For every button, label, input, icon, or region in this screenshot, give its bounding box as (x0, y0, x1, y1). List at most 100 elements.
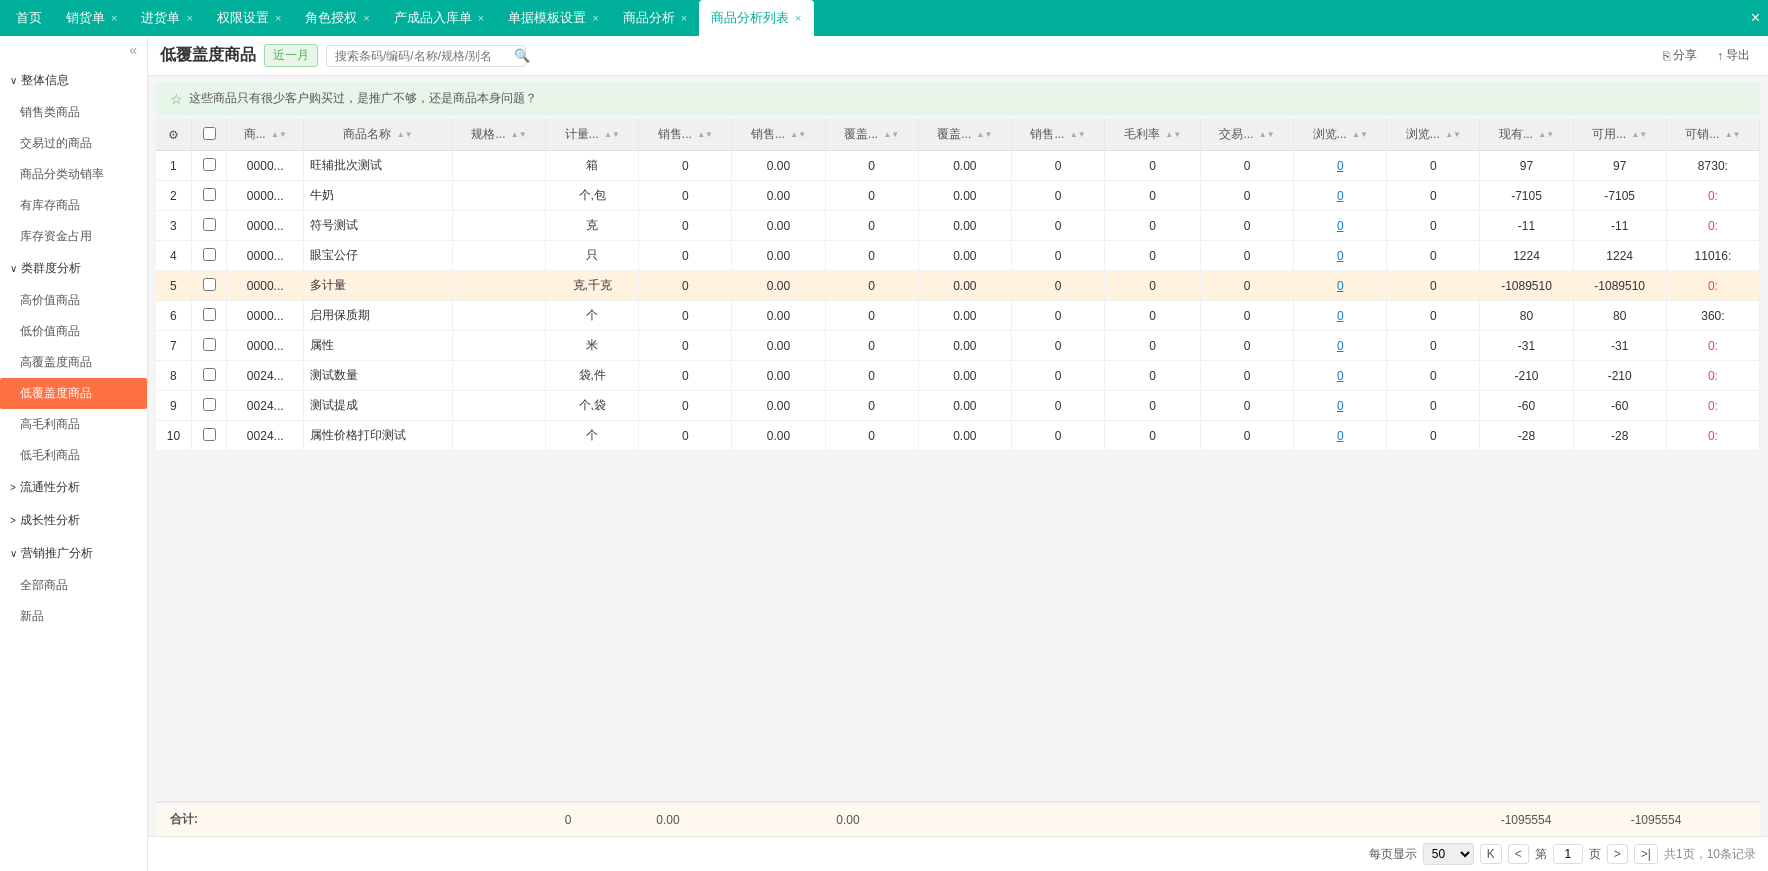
sort-icon[interactable]: ▲▼ (883, 130, 899, 139)
row-select-checkbox[interactable] (203, 428, 216, 441)
close-icon[interactable]: × (186, 0, 192, 36)
last-page-button[interactable]: >| (1634, 844, 1658, 864)
row-select-checkbox[interactable] (203, 218, 216, 231)
sort-icon[interactable]: ▲▼ (1538, 130, 1554, 139)
nav-tab-warehouse[interactable]: 产成品入库单 × (382, 0, 496, 36)
sort-icon[interactable]: ▲▼ (271, 130, 287, 139)
sort-icon[interactable]: ▲▼ (977, 130, 993, 139)
nav-tab-sales[interactable]: 销货单 × (54, 0, 129, 36)
sort-icon[interactable]: ▲▼ (790, 130, 806, 139)
sort-icon[interactable]: ▲▼ (511, 130, 527, 139)
sidebar-item-low-margin[interactable]: 低毛利商品 (0, 440, 147, 471)
sidebar-collapse-button[interactable]: « (0, 36, 147, 64)
row-browse1[interactable]: 0 (1294, 271, 1387, 301)
row-browse1[interactable]: 0 (1294, 391, 1387, 421)
row-browse1[interactable]: 0 (1294, 331, 1387, 361)
row-browse1[interactable]: 0 (1294, 181, 1387, 211)
prev-page-button[interactable]: < (1508, 844, 1529, 864)
sidebar-item-high-coverage[interactable]: 高覆盖度商品 (0, 347, 147, 378)
nav-tab-purchase[interactable]: 进货单 × (129, 0, 204, 36)
row-browse1[interactable]: 0 (1294, 361, 1387, 391)
row-select-checkbox[interactable] (203, 158, 216, 171)
search-input[interactable] (326, 45, 526, 67)
row-select-checkbox[interactable] (203, 248, 216, 261)
nav-tab-analysis[interactable]: 商品分析 × (611, 0, 699, 36)
row-checkbox[interactable] (191, 211, 227, 241)
row-select-checkbox[interactable] (203, 368, 216, 381)
nav-tab-roles[interactable]: 角色授权 × (293, 0, 381, 36)
share-button[interactable]: ⎘ 分享 (1657, 45, 1703, 66)
sidebar-item-low-coverage[interactable]: 低覆盖度商品 (0, 378, 147, 409)
sidebar-item-low-value[interactable]: 低价值商品 (0, 316, 147, 347)
close-icon[interactable]: × (795, 0, 801, 36)
sidebar-item-high-value[interactable]: 高价值商品 (0, 285, 147, 316)
sort-icon[interactable]: ▲▼ (1259, 130, 1275, 139)
sort-icon[interactable]: ▲▼ (1631, 130, 1647, 139)
close-all-button[interactable]: × (1751, 9, 1760, 27)
sidebar-section-growth[interactable]: > 成长性分析 (0, 504, 147, 537)
row-select-checkbox[interactable] (203, 338, 216, 351)
row-browse2: 0 (1387, 241, 1480, 271)
period-button[interactable]: 近一月 (264, 44, 318, 67)
row-current: -28 (1480, 421, 1573, 451)
sidebar-item-traded-goods[interactable]: 交易过的商品 (0, 128, 147, 159)
sidebar-item-in-stock[interactable]: 有库存商品 (0, 190, 147, 221)
sidebar-section-marketing[interactable]: ∨ 营销推广分析 (0, 537, 147, 570)
first-page-button[interactable]: K (1480, 844, 1502, 864)
row-select-checkbox[interactable] (203, 398, 216, 411)
export-button[interactable]: ↑ 导出 (1711, 45, 1756, 66)
close-icon[interactable]: × (111, 0, 117, 36)
sort-icon[interactable]: ▲▼ (1352, 130, 1368, 139)
close-icon[interactable]: × (363, 0, 369, 36)
page-input[interactable] (1553, 844, 1583, 864)
sort-icon[interactable]: ▲▼ (604, 130, 620, 139)
search-icon[interactable]: 🔍 (514, 48, 530, 63)
row-browse1[interactable]: 0 (1294, 421, 1387, 451)
close-icon[interactable]: × (592, 0, 598, 36)
row-checkbox[interactable] (191, 421, 227, 451)
row-browse1[interactable]: 0 (1294, 151, 1387, 181)
table-container[interactable]: ⚙ 商... ▲▼ 商品名称 ▲▼ 规格... ▲▼ 计量... ▲▼ 销售..… (148, 119, 1768, 801)
select-all-checkbox[interactable] (203, 127, 216, 140)
sort-icon[interactable]: ▲▼ (1725, 130, 1741, 139)
sidebar-item-category-rate[interactable]: 商品分类动销率 (0, 159, 147, 190)
row-browse1[interactable]: 0 (1294, 301, 1387, 331)
sidebar-item-new-goods[interactable]: 新品 (0, 601, 147, 632)
close-icon[interactable]: × (275, 0, 281, 36)
next-page-button[interactable]: > (1607, 844, 1628, 864)
row-checkbox[interactable] (191, 331, 227, 361)
row-browse1[interactable]: 0 (1294, 211, 1387, 241)
sidebar-item-high-margin[interactable]: 高毛利商品 (0, 409, 147, 440)
nav-tab-analysis-list[interactable]: 商品分析列表 × (699, 0, 813, 36)
row-checkbox[interactable] (191, 271, 227, 301)
sort-icon[interactable]: ▲▼ (697, 130, 713, 139)
page-size-select[interactable]: 50 100 200 (1423, 843, 1474, 865)
row-select-checkbox[interactable] (203, 308, 216, 321)
sidebar-item-capital[interactable]: 库存资金占用 (0, 221, 147, 252)
row-select-checkbox[interactable] (203, 278, 216, 291)
row-checkbox[interactable] (191, 361, 227, 391)
sidebar-item-sales-goods[interactable]: 销售类商品 (0, 97, 147, 128)
row-checkbox[interactable] (191, 391, 227, 421)
col-settings[interactable]: ⚙ (156, 119, 191, 151)
col-checkbox[interactable] (191, 119, 227, 151)
sort-icon[interactable]: ▲▼ (1445, 130, 1461, 139)
sidebar-item-all-goods[interactable]: 全部商品 (0, 570, 147, 601)
sort-icon[interactable]: ▲▼ (1070, 130, 1086, 139)
row-checkbox[interactable] (191, 241, 227, 271)
nav-tab-template[interactable]: 单据模板设置 × (496, 0, 610, 36)
row-checkbox[interactable] (191, 301, 227, 331)
sort-icon[interactable]: ▲▼ (397, 130, 413, 139)
sidebar-section-flow[interactable]: > 流通性分析 (0, 471, 147, 504)
nav-tab-permissions[interactable]: 权限设置 × (205, 0, 293, 36)
sidebar-section-cluster[interactable]: ∨ 类群度分析 (0, 252, 147, 285)
close-icon[interactable]: × (478, 0, 484, 36)
row-browse1[interactable]: 0 (1294, 241, 1387, 271)
sidebar-section-overall[interactable]: ∨ 整体信息 (0, 64, 147, 97)
sort-icon[interactable]: ▲▼ (1165, 130, 1181, 139)
row-checkbox[interactable] (191, 151, 227, 181)
row-checkbox[interactable] (191, 181, 227, 211)
close-icon[interactable]: × (681, 0, 687, 36)
row-select-checkbox[interactable] (203, 188, 216, 201)
nav-tab-home[interactable]: 首页 (4, 0, 54, 36)
